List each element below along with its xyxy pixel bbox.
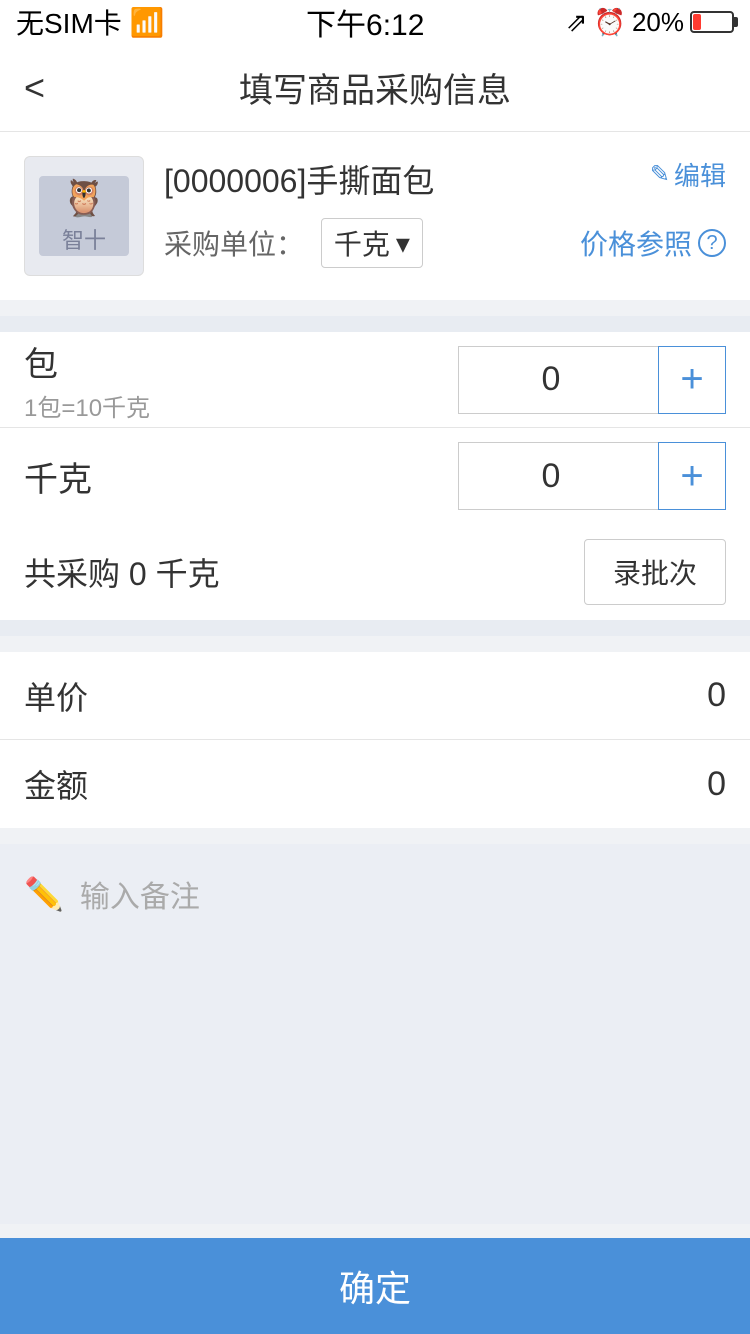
summary-text: 共采购 0 千克 (24, 549, 220, 595)
summary-prefix: 共采购 (24, 556, 120, 592)
empty-area (0, 944, 750, 1224)
unit-price-value: 0 (707, 676, 726, 715)
edit-label: 编辑 (674, 156, 726, 193)
amount-row: 金额 0 (0, 740, 750, 828)
bag-quantity-input[interactable] (458, 346, 658, 414)
battery-icon (690, 11, 734, 33)
bag-sub-label: 1包=10千克 (24, 388, 184, 423)
kg-quantity-input[interactable] (458, 442, 658, 510)
price-ref-button[interactable]: 价格参照 ? (580, 223, 726, 263)
summary-row: 共采购 0 千克 录批次 (0, 524, 750, 620)
wifi-icon: 📶 (130, 6, 165, 39)
unit-price-row: 单价 0 (0, 652, 750, 740)
price-ref-label: 价格参照 (580, 223, 692, 263)
bag-input-row: 包 1包=10千克 + (0, 332, 750, 428)
kg-input-right: + (458, 442, 726, 510)
bag-label-area: 包 1包=10千克 (24, 337, 184, 423)
batch-button[interactable]: 录批次 (584, 539, 726, 605)
info-icon: ? (698, 229, 726, 257)
remark-section[interactable]: ✏️ 输入备注 (0, 844, 750, 944)
kg-plus-button[interactable]: + (658, 442, 726, 510)
bag-plus-button[interactable]: + (658, 346, 726, 414)
product-card: 🦉 智十 [0000006]手撕面包 ✎ 编辑 采购单位： 千克 ▾ 价格参照 (0, 132, 750, 300)
edit-icon: ✎ (650, 160, 670, 189)
summary-quantity: 0 (129, 556, 147, 592)
carrier-label: 无SIM卡 (16, 2, 122, 42)
chevron-down-icon: ▾ (396, 227, 410, 260)
unit-select[interactable]: 千克 ▾ (321, 218, 423, 268)
status-left: 无SIM卡 📶 (16, 2, 165, 42)
price-section: 单价 0 金额 0 (0, 652, 750, 828)
product-image: 🦉 智十 (24, 156, 144, 276)
edit-button[interactable]: ✎ 编辑 (650, 156, 726, 193)
product-name: [0000006]手撕面包 (164, 156, 434, 202)
unit-value: 千克 (334, 223, 390, 263)
product-logo-icon: 🦉 (62, 177, 107, 219)
product-info: [0000006]手撕面包 ✎ 编辑 采购单位： 千克 ▾ 价格参照 ? (164, 156, 726, 268)
amount-value: 0 (707, 765, 726, 804)
status-time: 下午6:12 (306, 0, 424, 44)
kg-input-row: 千克 + (0, 428, 750, 524)
nav-bar: < 填写商品采购信息 (0, 44, 750, 132)
amount-label: 金额 (24, 761, 88, 807)
input-section: 包 1包=10千克 + 千克 + (0, 332, 750, 524)
pencil-icon: ✏️ (24, 875, 64, 913)
kg-label: 千克 (24, 452, 184, 501)
bag-input-right: + (458, 346, 726, 414)
remark-placeholder: 输入备注 (80, 872, 200, 916)
product-name-row: [0000006]手撕面包 ✎ 编辑 (164, 156, 726, 202)
product-logo-text: 智十 (62, 223, 106, 255)
unit-area: 采购单位： 千克 ▾ (164, 218, 423, 268)
unit-label: 采购单位： (164, 229, 304, 260)
kg-label-area: 千克 (24, 452, 184, 501)
status-right: ⇗ ⏰ 20% (566, 7, 734, 38)
status-bar: 无SIM卡 📶 下午6:12 ⇗ ⏰ 20% (0, 0, 750, 44)
battery-percent: 20% (632, 7, 684, 38)
confirm-button[interactable]: 确定 (0, 1238, 750, 1334)
alarm-icon: ⏰ (594, 7, 626, 38)
page-title: 填写商品采购信息 (239, 63, 511, 112)
unit-price-label: 单价 (24, 673, 88, 719)
back-button[interactable]: < (24, 67, 45, 109)
product-unit-row: 采购单位： 千克 ▾ 价格参照 ? (164, 218, 726, 268)
divider-1 (0, 316, 750, 332)
bag-label: 包 (24, 337, 184, 386)
divider-2 (0, 620, 750, 636)
summary-unit: 千克 (156, 556, 220, 592)
location-icon: ⇗ (566, 7, 588, 38)
